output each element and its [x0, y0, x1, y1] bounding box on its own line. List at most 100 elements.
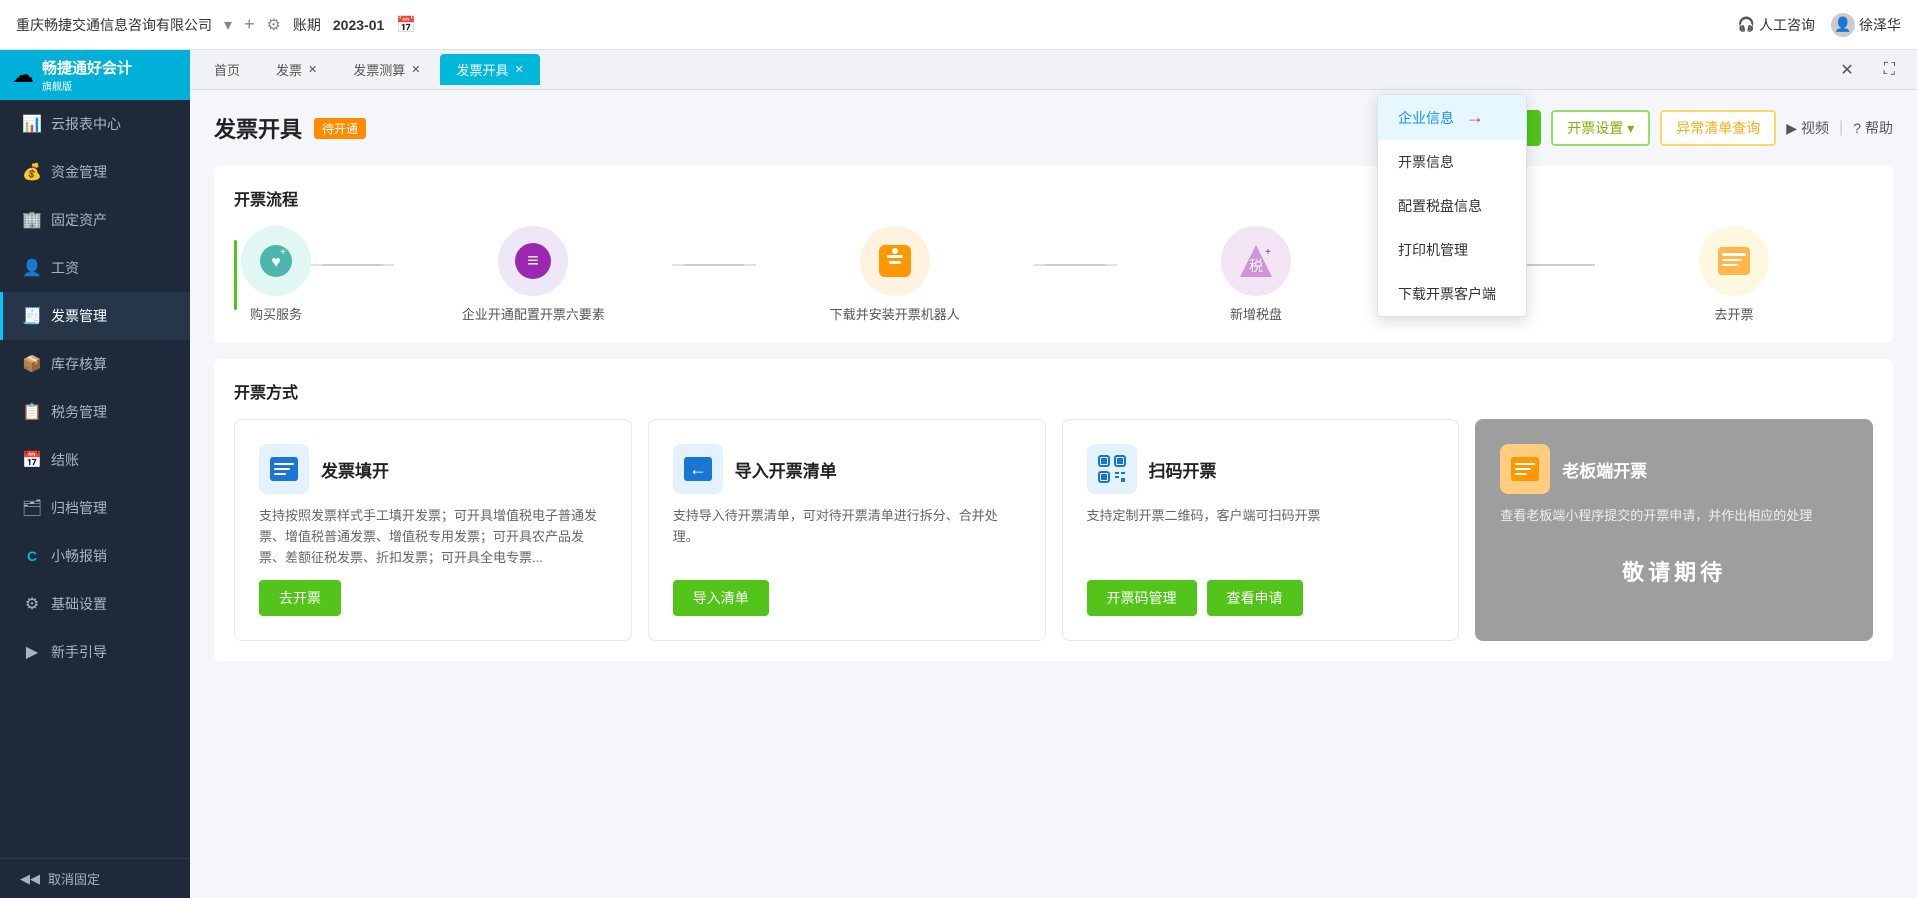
method-fill-title: 发票填开 [321, 457, 389, 482]
method-scan-header: 扫码开票 [1087, 444, 1435, 494]
play-icon: ▶ [1786, 120, 1797, 137]
company-dropdown-icon[interactable]: ▾ [224, 15, 232, 35]
flow-step-5-icon [1699, 226, 1769, 296]
xinshou-icon: ▶ [23, 643, 41, 661]
chevron-down-icon: ▾ [1627, 120, 1634, 137]
top-bar-right: 🎧 人工咨询 👤 徐泽华 [1738, 13, 1901, 37]
tab-fapiao-kaiju[interactable]: 发票开具 ✕ [440, 54, 539, 85]
qr-manage-button[interactable]: 开票码管理 [1087, 580, 1197, 616]
method-card-boss: 老板端开票 查看老板端小程序提交的开票申请，并作出相应的处理 敬请期待 [1475, 419, 1873, 641]
tab-fapiao-cesuan[interactable]: 发票测算 ✕ [337, 54, 436, 85]
method-scan-title: 扫码开票 [1149, 457, 1217, 482]
sidebar-item-xinshou[interactable]: ▶ 新手引导 [0, 628, 190, 676]
go-invoice-button[interactable]: 去开票 [259, 580, 341, 616]
flow-step-1-icon: ♥+ [241, 226, 311, 296]
video-button[interactable]: ▶ 视频 [1786, 118, 1829, 138]
method-import-title: 导入开票清单 [735, 457, 837, 482]
page-header: 发票开具 待开通 立即开通 开票设置 ▾ 异常清单查询 ▶ 视频 | [214, 110, 1893, 146]
red-arrow-icon: → [1466, 107, 1484, 128]
sidebar-item-kucun[interactable]: 📦 库存核算 [0, 340, 190, 388]
flow-step-2-label: 企业开通配置开票六要素 [462, 304, 605, 323]
sidebar-item-guidang[interactable]: 🗂 归档管理 [0, 484, 190, 532]
tab-fapiao-cesuan-close[interactable]: ✕ [411, 63, 420, 76]
status-badge: 待开通 [314, 118, 366, 139]
help-button[interactable]: ? 帮助 [1853, 118, 1893, 138]
flow-section-title: 开票流程 [234, 186, 1873, 210]
flow-step-2-icon: ≡ [498, 226, 568, 296]
jiezhang-icon: 📅 [23, 451, 41, 469]
gongzi-icon: 👤 [23, 259, 41, 277]
tab-bar: 首页 发票 ✕ 发票测算 ✕ 发票开具 ✕ ✕ ⛶ [190, 50, 1917, 90]
tab-fapiao-kaiju-close[interactable]: ✕ [515, 63, 524, 76]
flow-connector-3 [1034, 264, 1117, 266]
xiaochang-icon: C [23, 547, 41, 565]
sidebar-logo: ☁ 畅捷通好会计 旗舰版 [0, 50, 190, 100]
sidebar-item-gongzi[interactable]: 👤 工资 [0, 244, 190, 292]
view-apply-button[interactable]: 查看申请 [1207, 580, 1303, 616]
logo-icon: ☁ [12, 62, 34, 88]
settings-icon[interactable]: ⚙ [267, 15, 281, 35]
page-title: 发票开具 [214, 112, 302, 144]
tab-fapiao[interactable]: 发票 ✕ [260, 54, 333, 85]
flow-step-3: 下载并安装开票机器人 [756, 226, 1034, 323]
settings-button[interactable]: 开票设置 ▾ [1551, 110, 1650, 146]
flow-section: 开票流程 ♥+ 购买服务 [214, 166, 1893, 343]
period-value: 2023-01 [333, 17, 384, 33]
sidebar-item-fapiao[interactable]: 🧾 发票管理 [0, 292, 190, 340]
method-card-import: ← 导入开票清单 支持导入待开票清单，可对待开票清单进行拆分、合并处理。 导入清… [648, 419, 1046, 641]
sidebar-item-gudingzichan[interactable]: 🏢 固定资产 [0, 196, 190, 244]
flow-step-2: ≡ 企业开通配置开票六要素 [394, 226, 672, 323]
sidebar-item-jiezhang[interactable]: 📅 结账 [0, 436, 190, 484]
tab-home[interactable]: 首页 [198, 54, 256, 85]
dropdown-item-download-client[interactable]: 下载开票客户端 [1378, 272, 1526, 316]
support-button[interactable]: 🎧 人工咨询 [1738, 15, 1815, 35]
maximize-window-button[interactable]: ⛶ [1870, 51, 1909, 89]
method-card-fill: 发票填开 支持按照发票样式手工填开发票；可开具增值税电子普通发票、增值税普通发票… [234, 419, 632, 641]
logo-sub: 旗舰版 [42, 78, 132, 93]
fapiao-icon: 🧾 [23, 307, 41, 325]
import-list-button[interactable]: 导入清单 [673, 580, 769, 616]
tab-fapiao-close[interactable]: ✕ [308, 63, 317, 76]
pin-icon: ◀◀ [20, 871, 40, 887]
flow-step-3-label: 下载并安装开票机器人 [830, 304, 960, 323]
sidebar-item-zijin[interactable]: 💰 资金管理 [0, 148, 190, 196]
guidang-icon: 🗂 [23, 499, 41, 517]
flow-connector-1 [311, 264, 394, 266]
svg-text:+: + [1265, 247, 1271, 258]
calendar-icon[interactable]: 📅 [396, 15, 416, 35]
logo-text: 畅捷通好会计 [42, 57, 132, 78]
dropdown-item-company-info[interactable]: 企业信息 → [1378, 95, 1526, 140]
pending-label: 敬请期待 [1500, 555, 1848, 587]
sidebar-item-jichushezhi[interactable]: ⚙ 基础设置 [0, 580, 190, 628]
user-avatar-icon: 👤 [1831, 13, 1855, 37]
sidebar: ☁ 畅捷通好会计 旗舰版 📊 云报表中心 💰 资金管理 🏢 固定资产 👤 [0, 50, 190, 898]
billing-methods: 发票填开 支持按照发票样式手工填开发票；可开具增值税电子普通发票、增值税普通发票… [234, 419, 1873, 641]
dropdown-item-invoice-info[interactable]: 开票信息 [1378, 140, 1526, 184]
user-info[interactable]: 👤 徐泽华 [1831, 13, 1901, 37]
method-boss-header: 老板端开票 [1500, 444, 1848, 494]
flow-step-1-label: 购买服务 [250, 304, 302, 323]
method-boss-icon [1500, 444, 1550, 494]
cancel-fixed-button[interactable]: ◀◀ 取消固定 [0, 858, 190, 898]
content-area: 首页 发票 ✕ 发票测算 ✕ 发票开具 ✕ ✕ ⛶ [190, 50, 1917, 898]
flow-step-5: 去开票 [1595, 226, 1873, 323]
close-window-button[interactable]: ✕ [1826, 50, 1867, 90]
zijin-icon: 💰 [23, 163, 41, 181]
gudingzichan-icon: 🏢 [23, 211, 41, 229]
abnormal-list-button[interactable]: 异常清单查询 [1660, 110, 1776, 146]
method-import-desc: 支持导入待开票清单，可对待开票清单进行拆分、合并处理。 [673, 506, 1021, 548]
svg-text:←: ← [689, 459, 707, 479]
sidebar-item-xiaochang[interactable]: C 小畅报销 [0, 532, 190, 580]
dropdown-item-printer[interactable]: 打印机管理 [1378, 228, 1526, 272]
dropdown-item-tax-disk[interactable]: 配置税盘信息 [1378, 184, 1526, 228]
add-company-btn[interactable]: + [244, 14, 255, 35]
flow-step-3-icon [860, 226, 930, 296]
shuiwu-icon: 📋 [23, 403, 41, 421]
sidebar-item-yunbao[interactable]: 📊 云报表中心 [0, 100, 190, 148]
method-import-header: ← 导入开票清单 [673, 444, 1021, 494]
headphone-icon: 🎧 [1738, 16, 1755, 33]
method-fill-header: 发票填开 [259, 444, 607, 494]
sidebar-item-shuiwu[interactable]: 📋 税务管理 [0, 388, 190, 436]
yunbao-icon: 📊 [23, 115, 41, 133]
period-label: 账期 [293, 15, 321, 35]
